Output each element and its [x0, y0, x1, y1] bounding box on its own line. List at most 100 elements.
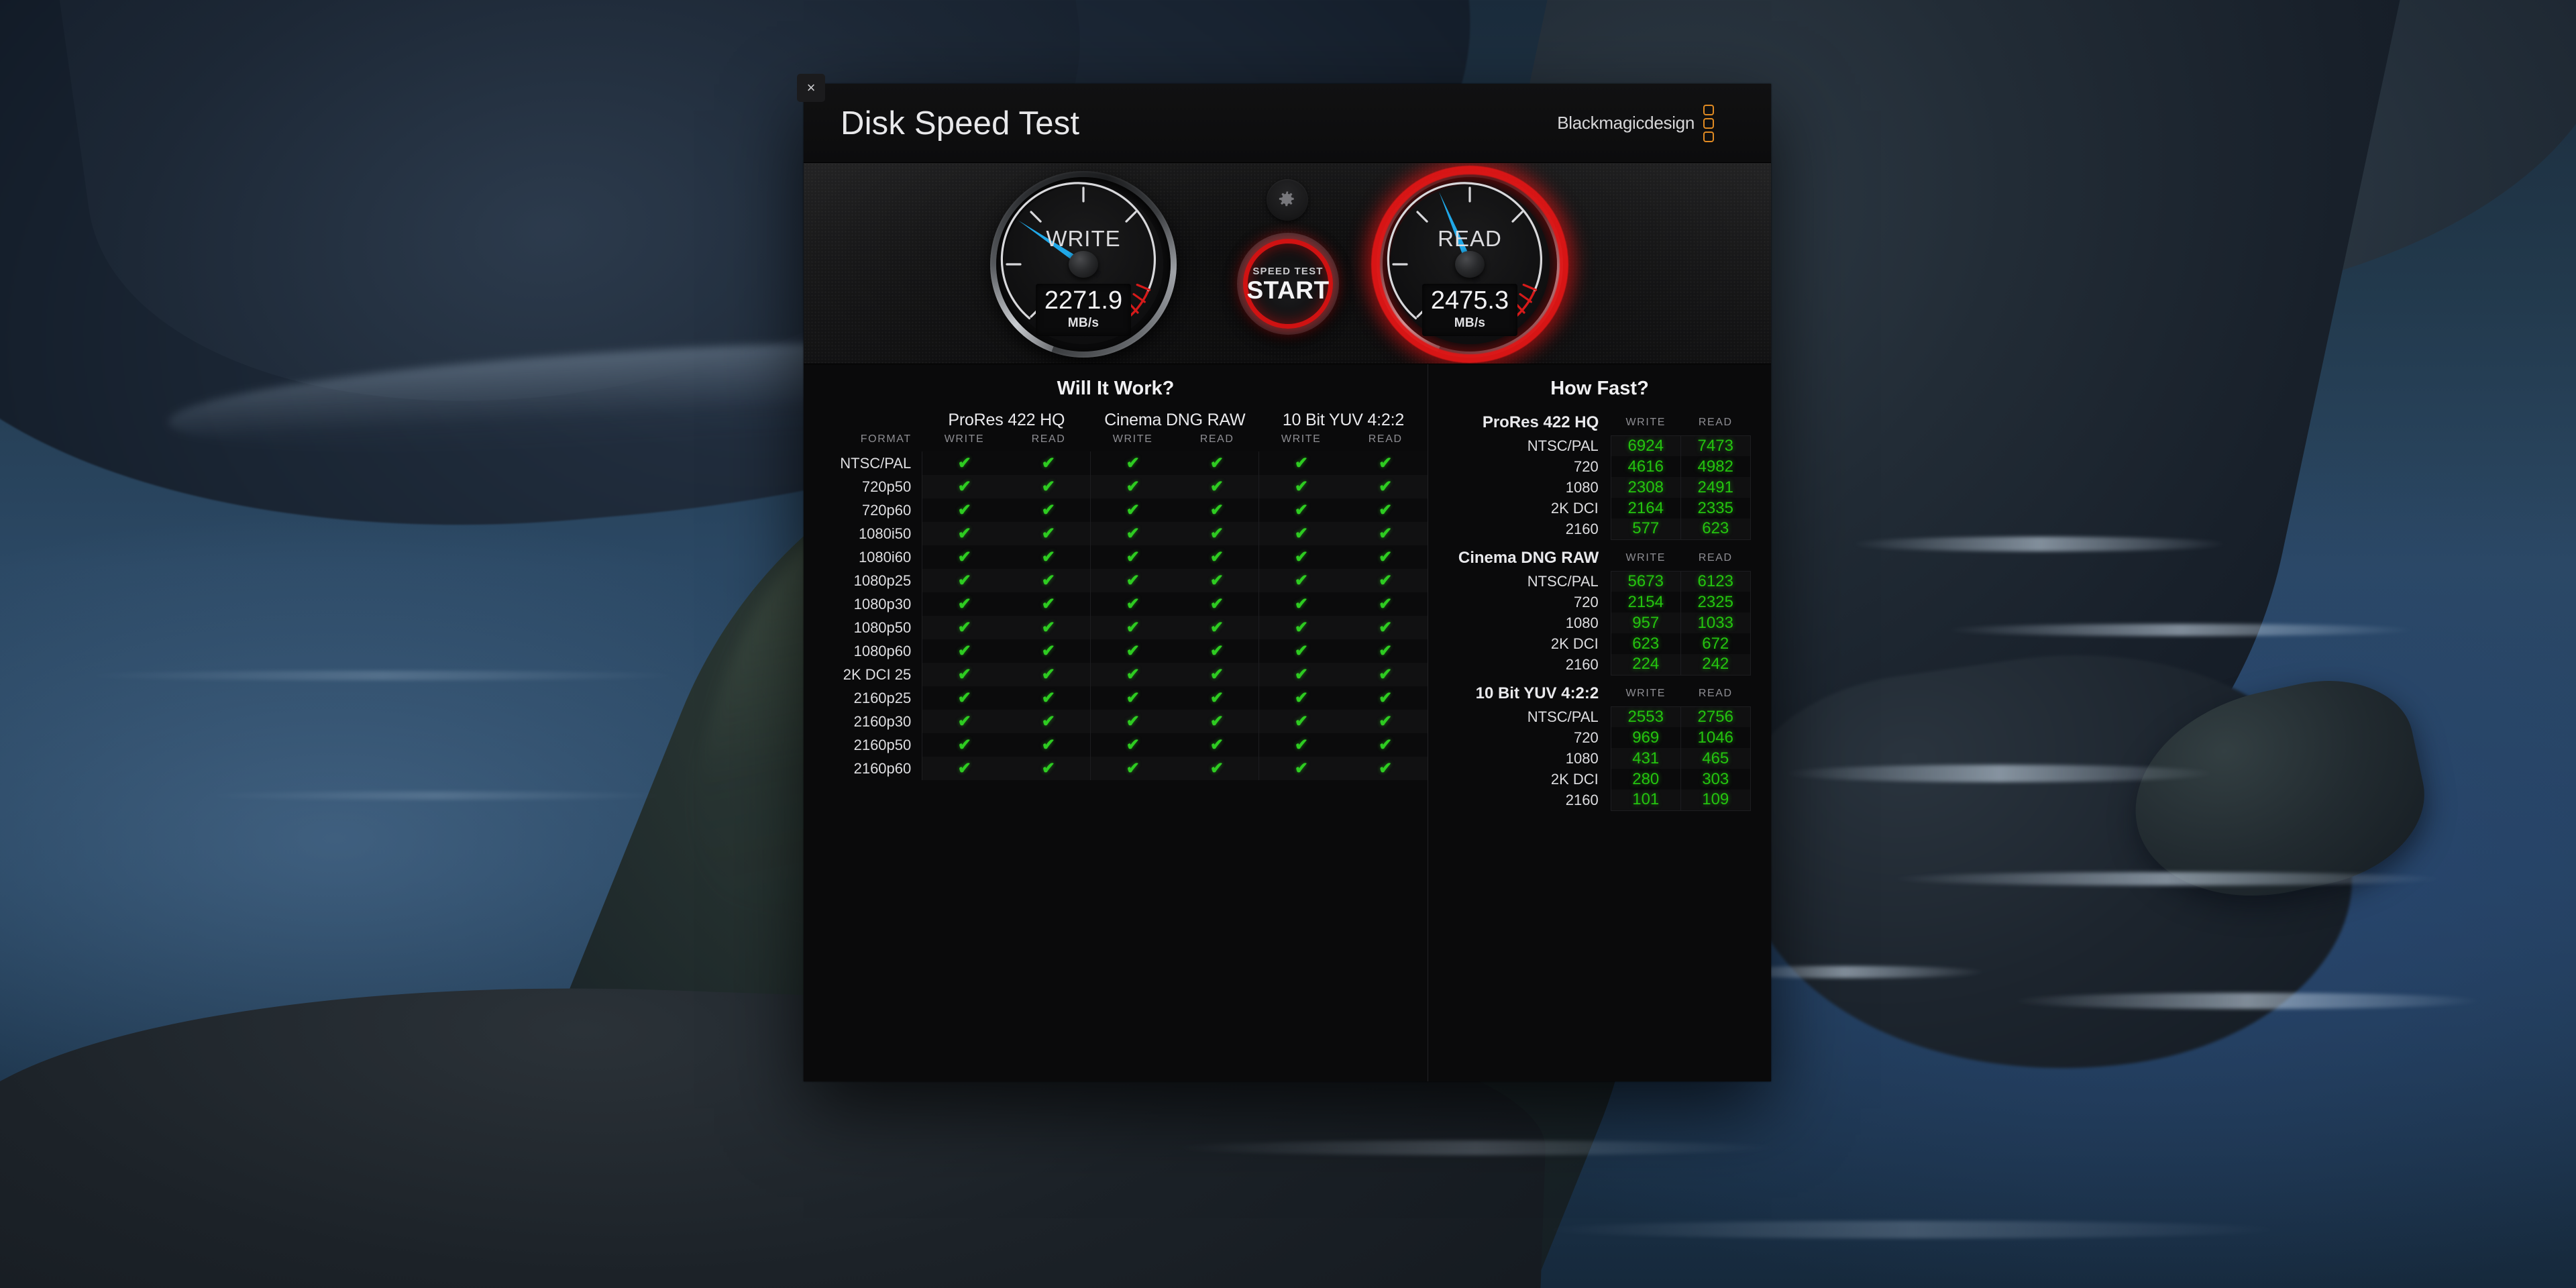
blackmagic-logo-icon	[1703, 104, 1714, 142]
write-gauge-label: WRITE	[1046, 226, 1121, 251]
format-label: 1080p60	[853, 642, 912, 659]
how-fast-table: ProRes 422 HQ WRITE READ NTSC/PAL 6924 7473 72…	[1448, 411, 1751, 811]
write-support-cell: ✔	[1258, 686, 1344, 710]
read-gauge-unit: MB/s	[1454, 316, 1486, 330]
check-icon: ✔	[1379, 688, 1393, 707]
read-column-header: READ	[1698, 688, 1733, 699]
resolution-label: 2160	[1565, 520, 1599, 537]
table-row: NTSC/PAL 5673 6123	[1448, 570, 1751, 592]
read-speed-value: 1033	[1680, 612, 1751, 633]
check-icon: ✔	[1126, 524, 1140, 543]
wallpaper-foam	[1174, 1140, 1778, 1155]
check-icon: ✔	[1210, 453, 1224, 472]
read-support-cell: ✔	[1006, 710, 1091, 733]
table-row: 720p50 ✔ ✔ ✔ ✔ ✔ ✔	[804, 475, 1428, 498]
wallpaper-foam	[1543, 1221, 2281, 1238]
write-support-cell: ✔	[1258, 710, 1344, 733]
resolution-label: 2K DCI	[1550, 770, 1599, 788]
write-support-cell: ✔	[922, 686, 1007, 710]
brand-name: Blackmagicdesign	[1557, 113, 1695, 133]
check-icon: ✔	[1126, 477, 1140, 496]
format-label: 2160p25	[853, 689, 912, 706]
read-support-cell: ✔	[1175, 733, 1259, 757]
table-row: 720p60 ✔ ✔ ✔ ✔ ✔ ✔	[804, 498, 1428, 522]
wallpaper-foam	[1892, 872, 2442, 885]
table-row: 720 4616 4982	[1448, 456, 1751, 477]
table-row: 2K DCI 2164 2335	[1448, 498, 1751, 519]
read-support-cell: ✔	[1343, 757, 1428, 780]
table-row: 1080p60 ✔ ✔ ✔ ✔ ✔ ✔	[804, 639, 1428, 663]
write-support-cell: ✔	[1258, 569, 1344, 592]
brand-lockup: Blackmagicdesign	[1557, 104, 1714, 142]
check-icon: ✔	[1126, 735, 1140, 754]
disk-speed-test-window: × Disk Speed Test Blackmagicdesign WRITE…	[797, 74, 1771, 1081]
write-speed-value: 101	[1610, 790, 1681, 811]
check-icon: ✔	[1294, 712, 1308, 731]
read-support-cell: ✔	[1175, 451, 1259, 475]
read-column-header: READ	[1698, 416, 1733, 428]
check-icon: ✔	[1041, 641, 1055, 660]
format-label: 720p60	[861, 501, 912, 519]
table-row: 2K DCI 25 ✔ ✔ ✔ ✔ ✔ ✔	[804, 663, 1428, 686]
write-speed-value: 969	[1610, 727, 1681, 748]
format-label: 2160p60	[853, 759, 912, 777]
check-icon: ✔	[1379, 477, 1393, 496]
read-speed-value: 623	[1680, 519, 1751, 540]
how-fast-title: How Fast?	[1550, 378, 1649, 399]
resolution-label: 1080	[1565, 749, 1599, 767]
read-support-cell: ✔	[1006, 569, 1091, 592]
read-support-cell: ✔	[1343, 663, 1428, 686]
table-header: ProRes 422 HQ Cinema DNG RAW 10 Bit YUV …	[804, 411, 1428, 451]
format-column-header: FORMAT	[860, 433, 912, 445]
check-icon: ✔	[1379, 571, 1393, 590]
check-icon: ✔	[1126, 571, 1140, 590]
gear-icon[interactable]	[1267, 179, 1308, 221]
table-body: NTSC/PAL ✔ ✔ ✔ ✔ ✔ ✔ 720p50 ✔ ✔ ✔ ✔ ✔ ✔ 720p60 ✔ ✔ ✔ ✔ ✔ ✔ 10…	[804, 451, 1428, 780]
read-support-cell: ✔	[1006, 498, 1091, 522]
read-speed-value: 2335	[1680, 498, 1751, 519]
codec-header-1: Cinema DNG RAW	[1104, 411, 1246, 429]
check-icon: ✔	[1126, 594, 1140, 613]
table-row: 720 969 1046	[1448, 727, 1751, 748]
check-icon: ✔	[1041, 618, 1055, 637]
resolution-label: NTSC/PAL	[1527, 437, 1599, 454]
resolution-label: NTSC/PAL	[1527, 708, 1599, 725]
check-icon: ✔	[1294, 524, 1308, 543]
table-row: 2160p50 ✔ ✔ ✔ ✔ ✔ ✔	[804, 733, 1428, 757]
check-icon: ✔	[1210, 735, 1224, 754]
check-icon: ✔	[1210, 759, 1224, 777]
read-support-cell: ✔	[1006, 663, 1091, 686]
speed-test-start-button[interactable]: SPEED TEST START	[1237, 233, 1339, 335]
check-icon: ✔	[1379, 665, 1393, 684]
read-support-cell: ✔	[1006, 686, 1091, 710]
write-column-header: WRITE	[1625, 416, 1666, 428]
check-icon: ✔	[1210, 665, 1224, 684]
table-row: 2160p60 ✔ ✔ ✔ ✔ ✔ ✔	[804, 757, 1428, 780]
write-speed-value: 957	[1610, 612, 1681, 633]
read-speed-value: 109	[1680, 790, 1751, 811]
read-support-cell: ✔	[1343, 475, 1428, 498]
resolution-label: 2160	[1565, 655, 1599, 673]
write-support-cell: ✔	[1090, 686, 1175, 710]
write-support-cell: ✔	[1090, 663, 1175, 686]
check-icon: ✔	[1379, 618, 1393, 637]
check-icon: ✔	[957, 641, 971, 660]
will-it-work-panel: Will It Work? ProRes 422 HQ Cinema DNG R…	[804, 364, 1428, 1081]
table-row: 1080i60 ✔ ✔ ✔ ✔ ✔ ✔	[804, 545, 1428, 569]
write-support-cell: ✔	[922, 522, 1007, 545]
read-support-cell: ✔	[1006, 545, 1091, 569]
check-icon: ✔	[1294, 688, 1308, 707]
table-row: 720 2154 2325	[1448, 592, 1751, 612]
codec-group-header: ProRes 422 HQ WRITE READ	[1448, 411, 1750, 435]
read-support-cell: ✔	[1006, 639, 1091, 663]
write-column-header: WRITE	[1625, 688, 1666, 699]
table-row: 2K DCI 280 303	[1448, 769, 1751, 790]
check-icon: ✔	[1379, 712, 1393, 731]
close-icon[interactable]: ×	[797, 74, 825, 102]
check-icon: ✔	[1294, 571, 1308, 590]
resolution-label: NTSC/PAL	[1527, 572, 1599, 590]
write-support-cell: ✔	[1258, 639, 1344, 663]
write-support-cell: ✔	[1258, 616, 1344, 639]
write-column-header: WRITE	[1112, 433, 1153, 445]
check-icon: ✔	[957, 712, 971, 731]
